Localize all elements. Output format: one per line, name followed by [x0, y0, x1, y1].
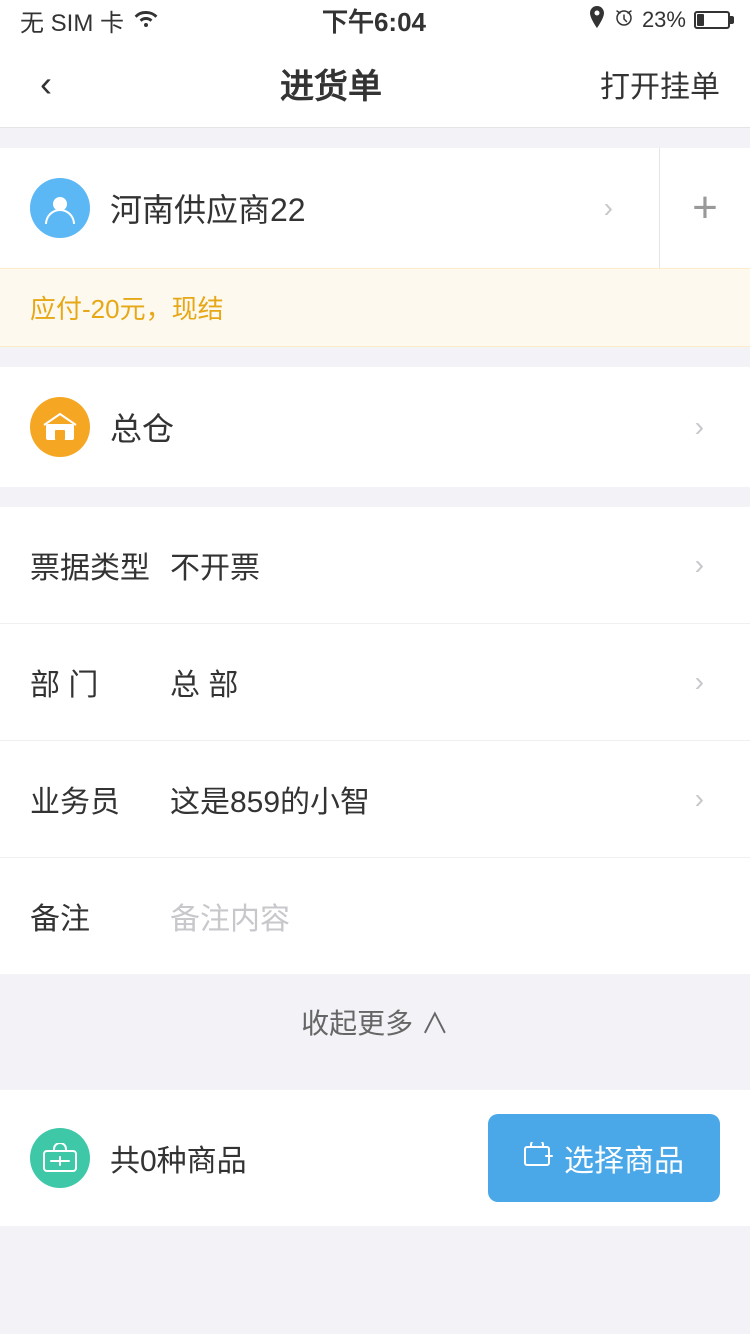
department-chevron-icon: ›: [695, 666, 704, 698]
bottom-bar: 共0种商品 选择商品: [0, 1090, 750, 1226]
invoice-chevron-icon: ›: [695, 549, 704, 581]
supplier-section: 河南供应商22 › +: [0, 148, 750, 268]
form-value-department: 总 部: [170, 660, 695, 704]
supplier-chevron-icon: ›: [604, 192, 613, 224]
status-time: 下午6:04: [322, 2, 426, 39]
select-product-button[interactable]: 选择商品: [488, 1114, 720, 1202]
location-icon: [588, 6, 606, 34]
form-label-remark: 备注: [30, 894, 150, 938]
carrier-label: 无 SIM 卡: [20, 3, 124, 38]
alarm-icon: [614, 7, 634, 33]
form-section: 票据类型 不开票 › 部 门 总 部 › 业务员 这是859的小智 › 备注 备…: [0, 507, 750, 974]
open-pending-button[interactable]: 打开挂单: [600, 62, 720, 106]
status-bar: 无 SIM 卡 下午6:04 23%: [0, 0, 750, 40]
status-left: 无 SIM 卡: [20, 3, 160, 38]
battery-percent: 23%: [642, 7, 686, 33]
form-row-invoice[interactable]: 票据类型 不开票 ›: [0, 507, 750, 624]
warehouse-chevron-icon: ›: [695, 411, 704, 443]
back-button[interactable]: ‹: [30, 53, 62, 115]
form-row-remark[interactable]: 备注 备注内容: [0, 858, 750, 974]
form-label-invoice: 票据类型: [30, 543, 150, 587]
collapse-row[interactable]: 收起更多 ∧: [0, 974, 750, 1070]
form-row-department[interactable]: 部 门 总 部 ›: [0, 624, 750, 741]
status-right: 23%: [588, 6, 730, 34]
salesperson-chevron-icon: ›: [695, 783, 704, 815]
form-label-department: 部 门: [30, 660, 150, 704]
notice-bar: 应付-20元，现结: [0, 268, 750, 347]
gap-1: [0, 128, 750, 148]
form-value-salesperson: 这是859的小智: [170, 777, 695, 821]
warehouse-section[interactable]: 总仓 ›: [0, 367, 750, 487]
add-supplier-button[interactable]: +: [660, 153, 750, 263]
form-value-remark: 备注内容: [170, 894, 720, 938]
warehouse-name: 总仓: [110, 404, 695, 450]
select-product-icon: [524, 1142, 554, 1175]
nav-bar: ‹ 进货单 打开挂单: [0, 40, 750, 128]
warehouse-icon: [30, 397, 90, 457]
page-title: 进货单: [280, 59, 382, 108]
product-icon: [30, 1128, 90, 1188]
product-count-label: 共0种商品: [110, 1136, 488, 1180]
supplier-row[interactable]: 河南供应商22 ›: [0, 148, 660, 268]
select-product-label: 选择商品: [564, 1136, 684, 1180]
form-label-salesperson: 业务员: [30, 777, 150, 821]
wifi-icon: [132, 6, 160, 34]
notice-text: 应付-20元，现结: [30, 294, 224, 324]
supplier-name: 河南供应商22: [110, 185, 604, 231]
battery-icon: [694, 11, 730, 29]
form-row-salesperson[interactable]: 业务员 这是859的小智 ›: [0, 741, 750, 858]
form-value-invoice: 不开票: [170, 543, 695, 587]
supplier-avatar: [30, 178, 90, 238]
